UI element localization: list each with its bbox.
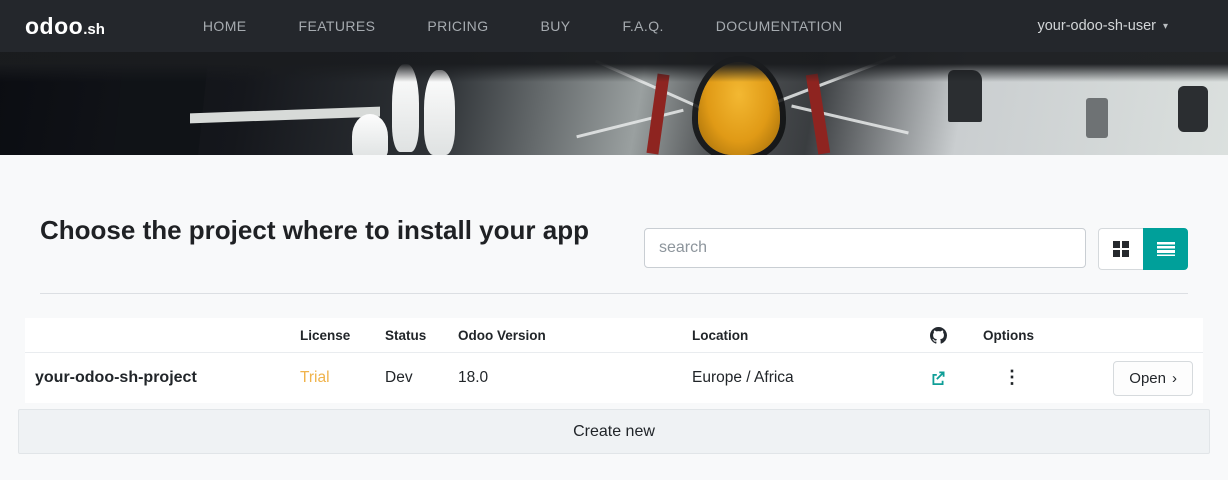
nav-item-documentation[interactable]: DOCUMENTATION — [716, 18, 843, 34]
user-menu-label: your-odoo-sh-user — [1037, 18, 1156, 34]
create-new-label: Create new — [573, 422, 655, 440]
list-view-icon — [1156, 242, 1175, 256]
nav-links: HOME FEATURES PRICING BUY F.A.Q. DOCUMEN… — [203, 18, 843, 34]
page-title: Choose the project where to install your… — [40, 215, 589, 245]
options-kebab-icon[interactable]: ⋮ — [1003, 367, 1021, 387]
github-icon — [930, 326, 983, 344]
project-row[interactable]: your-odoo-sh-project Trial Dev 18.0 Euro… — [25, 353, 1203, 403]
top-navbar: odoo .sh HOME FEATURES PRICING BUY F.A.Q.… — [0, 0, 1228, 52]
create-new-button[interactable]: Create new — [18, 409, 1210, 454]
nav-item-pricing[interactable]: PRICING — [427, 18, 488, 34]
table-header-row: License Status Odoo Version Location Opt… — [25, 318, 1203, 353]
user-menu-dropdown[interactable]: your-odoo-sh-user ▾ — [1037, 18, 1168, 34]
external-link-icon[interactable] — [930, 370, 983, 386]
logo-suffix: .sh — [83, 20, 105, 38]
list-view-button[interactable] — [1143, 228, 1188, 270]
projects-table: License Status Odoo Version Location Opt… — [18, 318, 1210, 454]
caret-down-icon: ▾ — [1162, 20, 1168, 32]
open-button-label: Open — [1129, 369, 1166, 387]
hero-top-shadow — [0, 52, 1228, 82]
column-header-version: Odoo Version — [458, 327, 546, 343]
chevron-right-icon: › — [1172, 369, 1177, 387]
logo-text: odoo — [25, 12, 84, 39]
project-name[interactable]: your-odoo-sh-project — [35, 369, 300, 387]
grid-view-icon — [1113, 241, 1120, 248]
grid-view-button[interactable] — [1098, 228, 1143, 270]
main-content: Choose the project where to install your… — [0, 155, 1228, 480]
project-license: Trial — [300, 369, 330, 386]
hero-bin-shape — [1086, 98, 1108, 138]
nav-item-buy[interactable]: BUY — [540, 18, 570, 34]
hero-cleanroom-figure — [424, 70, 455, 155]
nav-item-features[interactable]: FEATURES — [299, 18, 376, 34]
heading-row: Choose the project where to install your… — [40, 212, 1188, 270]
column-header-status: Status — [385, 327, 427, 343]
hero-image — [0, 52, 1228, 155]
odoo-sh-logo[interactable]: odoo .sh — [25, 13, 105, 40]
view-toggle-group — [1098, 228, 1188, 270]
search-input[interactable] — [644, 228, 1086, 268]
project-version: 18.0 — [458, 369, 489, 386]
column-header-location: Location — [692, 327, 749, 343]
hero-cleanroom-figure — [352, 114, 388, 155]
nav-item-home[interactable]: HOME — [203, 18, 247, 34]
hero-strut-shape — [576, 108, 684, 139]
column-header-license: License — [300, 327, 351, 343]
footer-strip — [0, 480, 1228, 493]
project-status: Dev — [385, 369, 413, 386]
hero-desk-shape — [190, 106, 380, 124]
search-area — [644, 228, 1188, 270]
section-divider — [40, 293, 1188, 294]
open-project-button[interactable]: Open › — [1113, 360, 1193, 396]
column-header-options: Options — [983, 327, 1034, 343]
project-location: Europe / Africa — [692, 369, 794, 386]
hero-strut-shape — [791, 104, 909, 135]
nav-item-faq[interactable]: F.A.Q. — [622, 18, 663, 34]
hero-chair-shape — [1178, 86, 1208, 132]
